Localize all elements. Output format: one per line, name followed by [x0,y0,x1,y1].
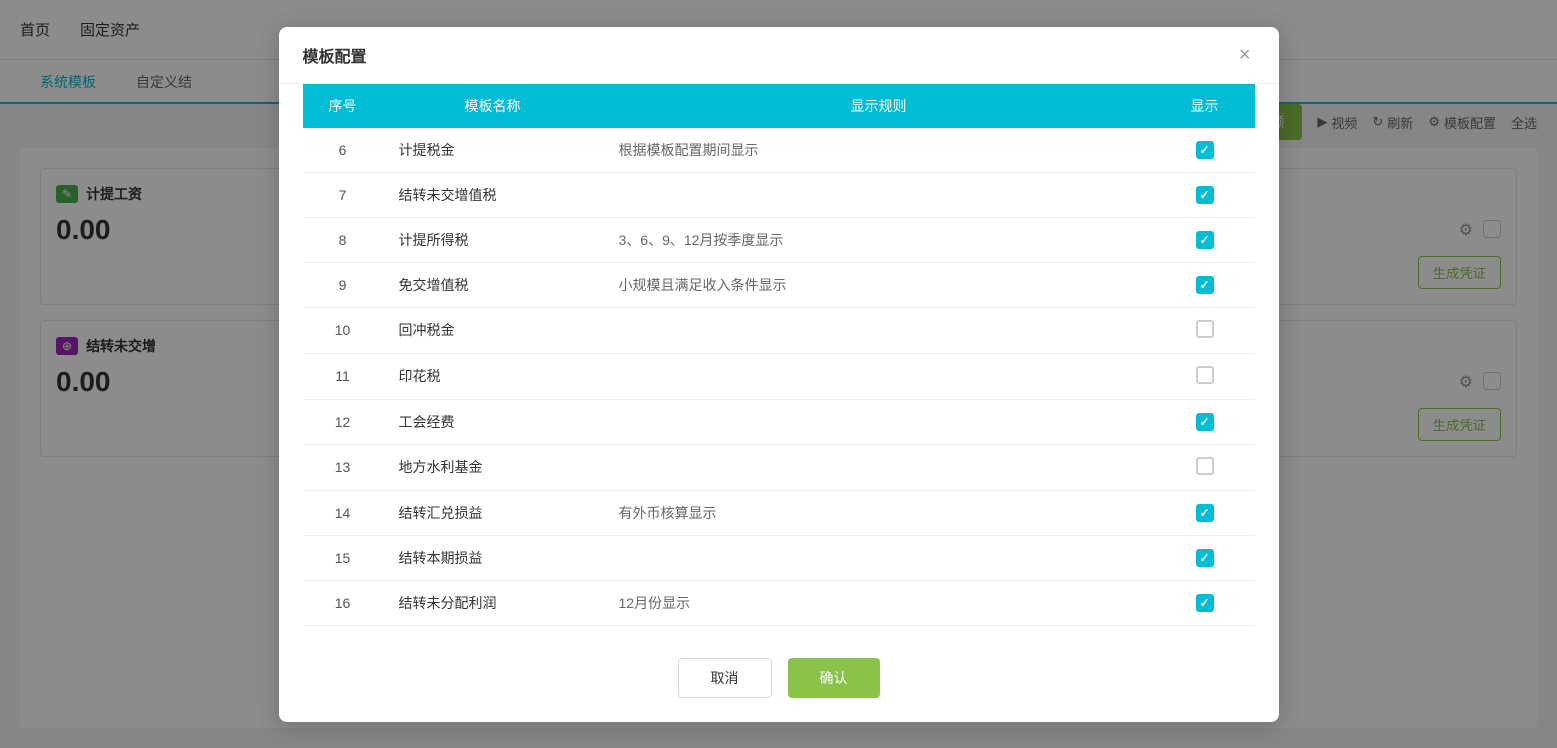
col-header-id: 序号 [303,84,383,128]
row-display-rule: 有外币核算显示 [603,490,1155,535]
modal-body: 序号 模板名称 显示规则 显示 6计提税金根据模板配置期间显示7结转未交增值税8… [279,84,1279,642]
row-id: 11 [303,353,383,399]
row-template-name: 印花税 [383,353,603,399]
row-display-cell [1155,580,1255,625]
table-row: 13地方水利基金 [303,444,1255,490]
row-template-name: 结转本期损益 [383,535,603,580]
row-id: 8 [303,217,383,262]
confirm-button[interactable]: 确认 [788,658,880,698]
table-row: 14结转汇兑损益有外币核算显示 [303,490,1255,535]
template-config-modal: 模板配置 × 序号 模板名称 显示规则 显示 6计提税金根据模板配置期间显示7结… [279,27,1279,722]
col-header-rule: 显示规则 [603,84,1155,128]
row-display-rule [603,535,1155,580]
table-row: 7结转未交增值税 [303,172,1255,217]
row-display-rule [603,172,1155,217]
table-row: 11印花税 [303,353,1255,399]
row-template-name: 工会经费 [383,399,603,444]
table-row: 12工会经费 [303,399,1255,444]
row-display-cell [1155,128,1255,173]
row-display-cell [1155,399,1255,444]
row-display-rule [603,353,1155,399]
modal-close-button[interactable]: × [1235,45,1255,65]
row-display-cell [1155,172,1255,217]
row-id: 13 [303,444,383,490]
row-checkbox[interactable] [1196,141,1214,159]
row-checkbox[interactable] [1196,276,1214,294]
row-display-cell [1155,444,1255,490]
row-template-name: 地方水利基金 [383,444,603,490]
row-id: 16 [303,580,383,625]
table-row: 6计提税金根据模板配置期间显示 [303,128,1255,173]
modal-overlay: 模板配置 × 序号 模板名称 显示规则 显示 6计提税金根据模板配置期间显示7结… [0,0,1557,748]
row-display-rule: 3、6、9、12月按季度显示 [603,217,1155,262]
row-template-name: 计提所得税 [383,217,603,262]
row-id: 15 [303,535,383,580]
row-template-name: 结转汇兑损益 [383,490,603,535]
row-display-rule: 小规模且满足收入条件显示 [603,262,1155,307]
modal-title: 模板配置 [303,43,367,67]
table-body: 6计提税金根据模板配置期间显示7结转未交增值税8计提所得税3、6、9、12月按季… [303,128,1255,626]
row-display-cell [1155,353,1255,399]
table-row: 15结转本期损益 [303,535,1255,580]
modal-header: 模板配置 × [279,27,1279,84]
row-template-name: 计提税金 [383,128,603,173]
config-table: 序号 模板名称 显示规则 显示 6计提税金根据模板配置期间显示7结转未交增值税8… [303,84,1255,626]
row-checkbox[interactable] [1196,231,1214,249]
row-checkbox[interactable] [1196,457,1214,475]
table-row: 8计提所得税3、6、9、12月按季度显示 [303,217,1255,262]
row-display-rule: 12月份显示 [603,580,1155,625]
table-header: 序号 模板名称 显示规则 显示 [303,84,1255,128]
row-id: 10 [303,307,383,353]
row-id: 7 [303,172,383,217]
row-checkbox[interactable] [1196,366,1214,384]
row-checkbox[interactable] [1196,594,1214,612]
row-display-cell [1155,307,1255,353]
cancel-button[interactable]: 取消 [678,658,772,698]
row-id: 14 [303,490,383,535]
table-row: 16结转未分配利润12月份显示 [303,580,1255,625]
row-template-name: 免交增值税 [383,262,603,307]
row-display-rule: 根据模板配置期间显示 [603,128,1155,173]
modal-footer: 取消 确认 [279,642,1279,722]
table-row: 9免交增值税小规模且满足收入条件显示 [303,262,1255,307]
row-display-cell [1155,490,1255,535]
row-checkbox[interactable] [1196,549,1214,567]
row-checkbox[interactable] [1196,320,1214,338]
row-checkbox[interactable] [1196,186,1214,204]
row-display-rule [603,444,1155,490]
row-id: 12 [303,399,383,444]
row-template-name: 结转未交增值税 [383,172,603,217]
row-display-rule [603,307,1155,353]
row-display-rule [603,399,1155,444]
row-display-cell [1155,217,1255,262]
col-header-display: 显示 [1155,84,1255,128]
row-id: 9 [303,262,383,307]
row-template-name: 结转未分配利润 [383,580,603,625]
col-header-name: 模板名称 [383,84,603,128]
table-row: 10回冲税金 [303,307,1255,353]
row-checkbox[interactable] [1196,504,1214,522]
row-id: 6 [303,128,383,173]
row-template-name: 回冲税金 [383,307,603,353]
row-display-cell [1155,535,1255,580]
row-display-cell [1155,262,1255,307]
row-checkbox[interactable] [1196,413,1214,431]
